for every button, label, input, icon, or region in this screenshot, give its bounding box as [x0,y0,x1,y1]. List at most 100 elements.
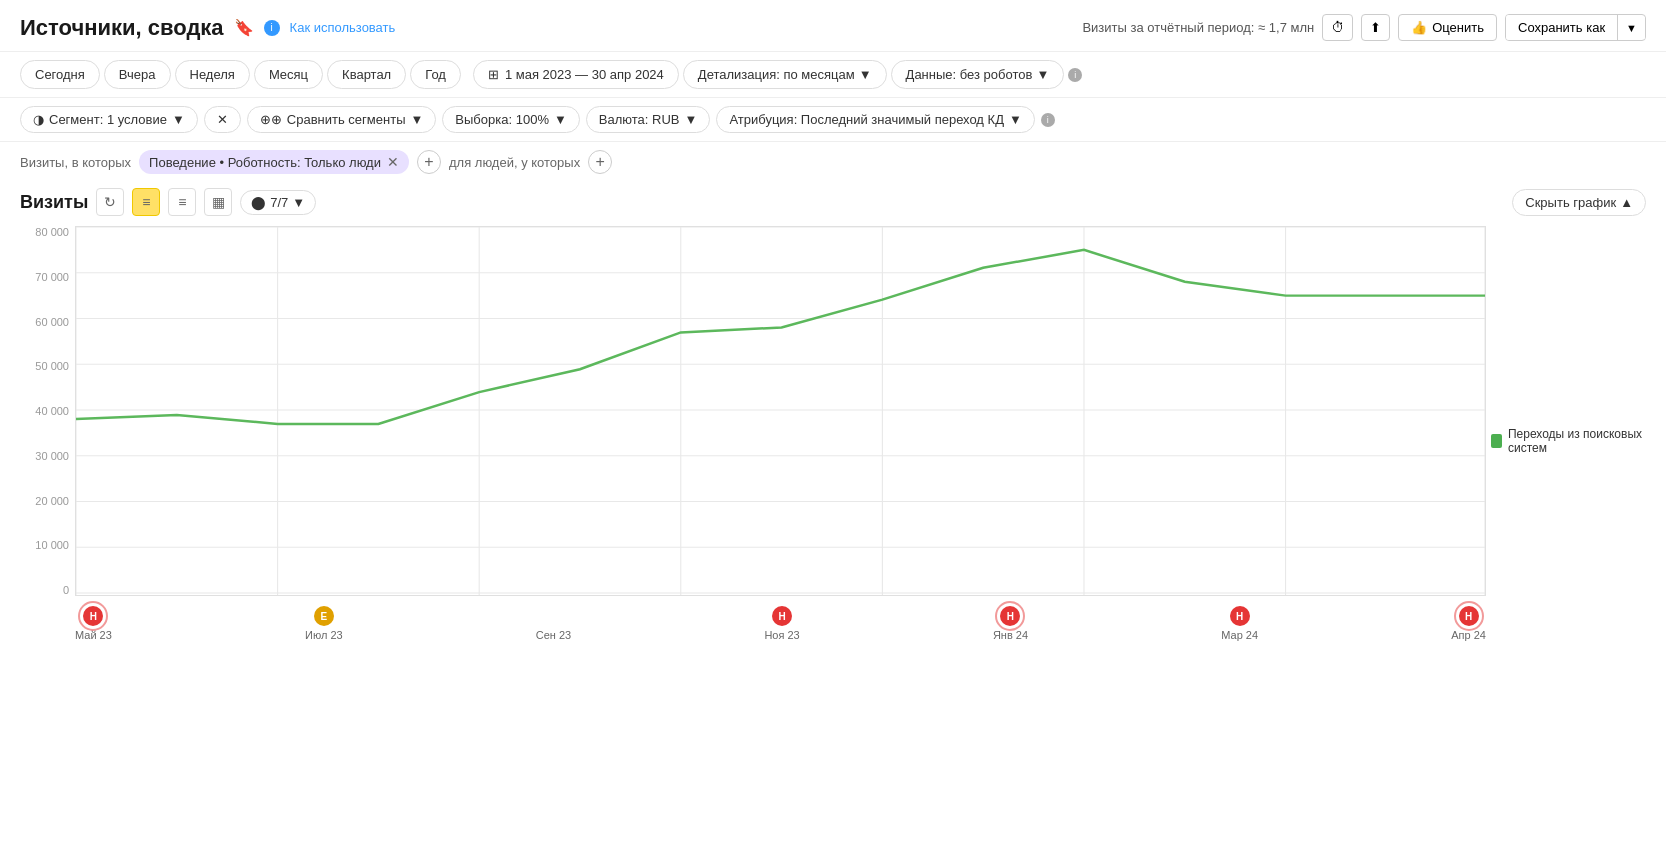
event-dot-nov23[interactable]: Н [772,606,792,626]
segment-button[interactable]: ◑ Сегмент: 1 условие ▼ [20,106,198,133]
x-label-group-nov23: Н Ноя 23 [764,606,799,641]
currency-button[interactable]: Валюта: RUB ▼ [586,106,711,133]
page-title: Источники, сводка [20,15,224,41]
calendar-icon: ⊞ [488,67,499,82]
x-label-group-may23: Н Май 23 [75,606,112,641]
event-marker-may23[interactable]: Н [83,606,103,626]
series-counter-button[interactable]: ⬤ 7/7 ▼ [240,190,316,215]
x-axis: Н Май 23 Е Июл 23 Сен 23 Н Ноя 23 [75,596,1486,656]
attribution-button[interactable]: Атрибуция: Последний значимый переход КД… [716,106,1034,133]
attribution-info-icon[interactable]: i [1041,113,1055,127]
x-label-group-apr24: Н Апр 24 [1451,606,1486,641]
y-label-60000: 60 000 [35,316,69,328]
y-label-10000: 10 000 [35,539,69,551]
add-people-condition-button[interactable]: + [588,150,612,174]
y-label-40000: 40 000 [35,405,69,417]
segment-tag-remove[interactable]: ✕ [387,154,399,170]
for-people-label: для людей, у которых [449,155,580,170]
detail-picker[interactable]: Детализация: по месяцам ▼ [683,60,887,89]
segment-prefix: Визиты, в которых [20,155,131,170]
legend-color-search [1491,434,1502,448]
chart-section: Визиты ↻ ≡ ≡ ▦ ⬤ 7/7 ▼ Скрыть график ▲ 8… [0,178,1666,666]
event-dot-mar24[interactable]: Н [1230,606,1250,626]
sample-button[interactable]: Выборка: 100% ▼ [442,106,579,133]
y-label-80000: 80 000 [35,226,69,238]
chevron-up-icon: ▲ [1620,195,1633,210]
x-label-group-sep23: Сен 23 [536,606,571,641]
chevron-down-icon: ▼ [172,112,185,127]
x-label-sep23: Сен 23 [536,629,571,641]
x-label-nov23: Ноя 23 [764,629,799,641]
chart-type-stack-button[interactable]: ≡ [168,188,196,216]
segment-close-button[interactable]: ✕ [204,106,241,133]
legend-label-search: Переходы из поисковых систем [1508,427,1646,455]
page-header: Источники, сводка 🔖 i Как использовать В… [0,0,1666,52]
event-dot-may23[interactable]: Н [83,606,103,626]
tab-year[interactable]: Год [410,60,461,89]
x-label-mar24: Мар 24 [1221,629,1258,641]
event-marker-mar24[interactable]: Н [1230,606,1250,626]
event-dot-apr24[interactable]: Н [1459,606,1479,626]
save-as-button-group: Сохранить как ▼ [1505,14,1646,41]
data-info-icon[interactable]: i [1068,68,1082,82]
segment-condition-bar: Визиты, в которых Поведение • Роботность… [0,142,1666,178]
data-line [76,250,1485,424]
chart-plot-area [75,226,1486,596]
date-toolbar: Сегодня Вчера Неделя Месяц Квартал Год ⊞… [0,52,1666,98]
how-to-use-link[interactable]: Как использовать [290,20,396,35]
tab-today[interactable]: Сегодня [20,60,100,89]
date-range-picker[interactable]: ⊞ 1 мая 2023 — 30 апр 2024 [473,60,679,89]
event-dot-jul23[interactable]: Е [314,606,334,626]
add-condition-button[interactable]: + [417,150,441,174]
rate-icon: 👍 [1411,20,1427,35]
event-marker-jul23[interactable]: Е [314,606,334,626]
chevron-down-icon: ▼ [554,112,567,127]
y-axis: 80 000 70 000 60 000 50 000 40 000 30 00… [20,226,75,596]
y-label-50000: 50 000 [35,360,69,372]
segment-tag-text: Поведение • Роботность: Только люди [149,155,381,170]
chart-container: 80 000 70 000 60 000 50 000 40 000 30 00… [20,226,1646,656]
tab-month[interactable]: Месяц [254,60,323,89]
tab-week[interactable]: Неделя [175,60,250,89]
segment-icon: ◑ [33,112,44,127]
line-chart-svg [76,227,1485,595]
chart-header: Визиты ↻ ≡ ≡ ▦ ⬤ 7/7 ▼ Скрыть график ▲ [20,188,1646,216]
x-label-group-jul23: Е Июл 23 [305,606,343,641]
segment-tag: Поведение • Роботность: Только люди ✕ [139,150,409,174]
bookmark-icon[interactable]: 🔖 [234,18,254,37]
chart-legend: Переходы из поисковых систем [1491,427,1646,455]
chart-type-bar-button[interactable]: ▦ [204,188,232,216]
chart-title: Визиты [20,192,88,213]
chevron-down-icon: ▼ [685,112,698,127]
event-marker-nov23[interactable]: Н [772,606,792,626]
info-icon[interactable]: i [264,20,280,36]
y-label-20000: 20 000 [35,495,69,507]
event-dot-jan24[interactable]: Н [1000,606,1020,626]
event-marker-apr24[interactable]: Н [1459,606,1479,626]
dot-icon: ⬤ [251,195,266,210]
save-as-main-button[interactable]: Сохранить как [1506,15,1618,40]
tab-yesterday[interactable]: Вчера [104,60,171,89]
hide-chart-button[interactable]: Скрыть график ▲ [1512,189,1646,216]
chevron-down-icon: ▼ [859,67,872,82]
chart-type-line-button[interactable]: ≡ [132,188,160,216]
y-label-70000: 70 000 [35,271,69,283]
chevron-down-icon: ▼ [1009,112,1022,127]
filters-bar: ◑ Сегмент: 1 условие ▼ ✕ ⊕⊕ Сравнить сег… [0,98,1666,142]
compare-segments-button[interactable]: ⊕⊕ Сравнить сегменты ▼ [247,106,437,133]
event-marker-jan24[interactable]: Н [1000,606,1020,626]
export-button[interactable]: ⬆ [1361,14,1390,41]
x-label-group-jan24: Н Янв 24 [993,606,1028,641]
history-button[interactable]: ⏱ [1322,14,1353,41]
visits-period-text: Визиты за отчётный период: ≈ 1,7 млн [1082,20,1314,35]
chevron-down-icon: ▼ [410,112,423,127]
chevron-down-icon: ▼ [1036,67,1049,82]
chevron-down-icon: ▼ [292,195,305,210]
tab-quarter[interactable]: Квартал [327,60,406,89]
data-picker[interactable]: Данные: без роботов ▼ [891,60,1065,89]
save-as-dropdown-button[interactable]: ▼ [1618,17,1645,39]
rate-button[interactable]: 👍 Оценить [1398,14,1497,41]
x-label-group-mar24: Н Мар 24 [1221,606,1258,641]
x-label-jul23: Июл 23 [305,629,343,641]
refresh-button[interactable]: ↻ [96,188,124,216]
